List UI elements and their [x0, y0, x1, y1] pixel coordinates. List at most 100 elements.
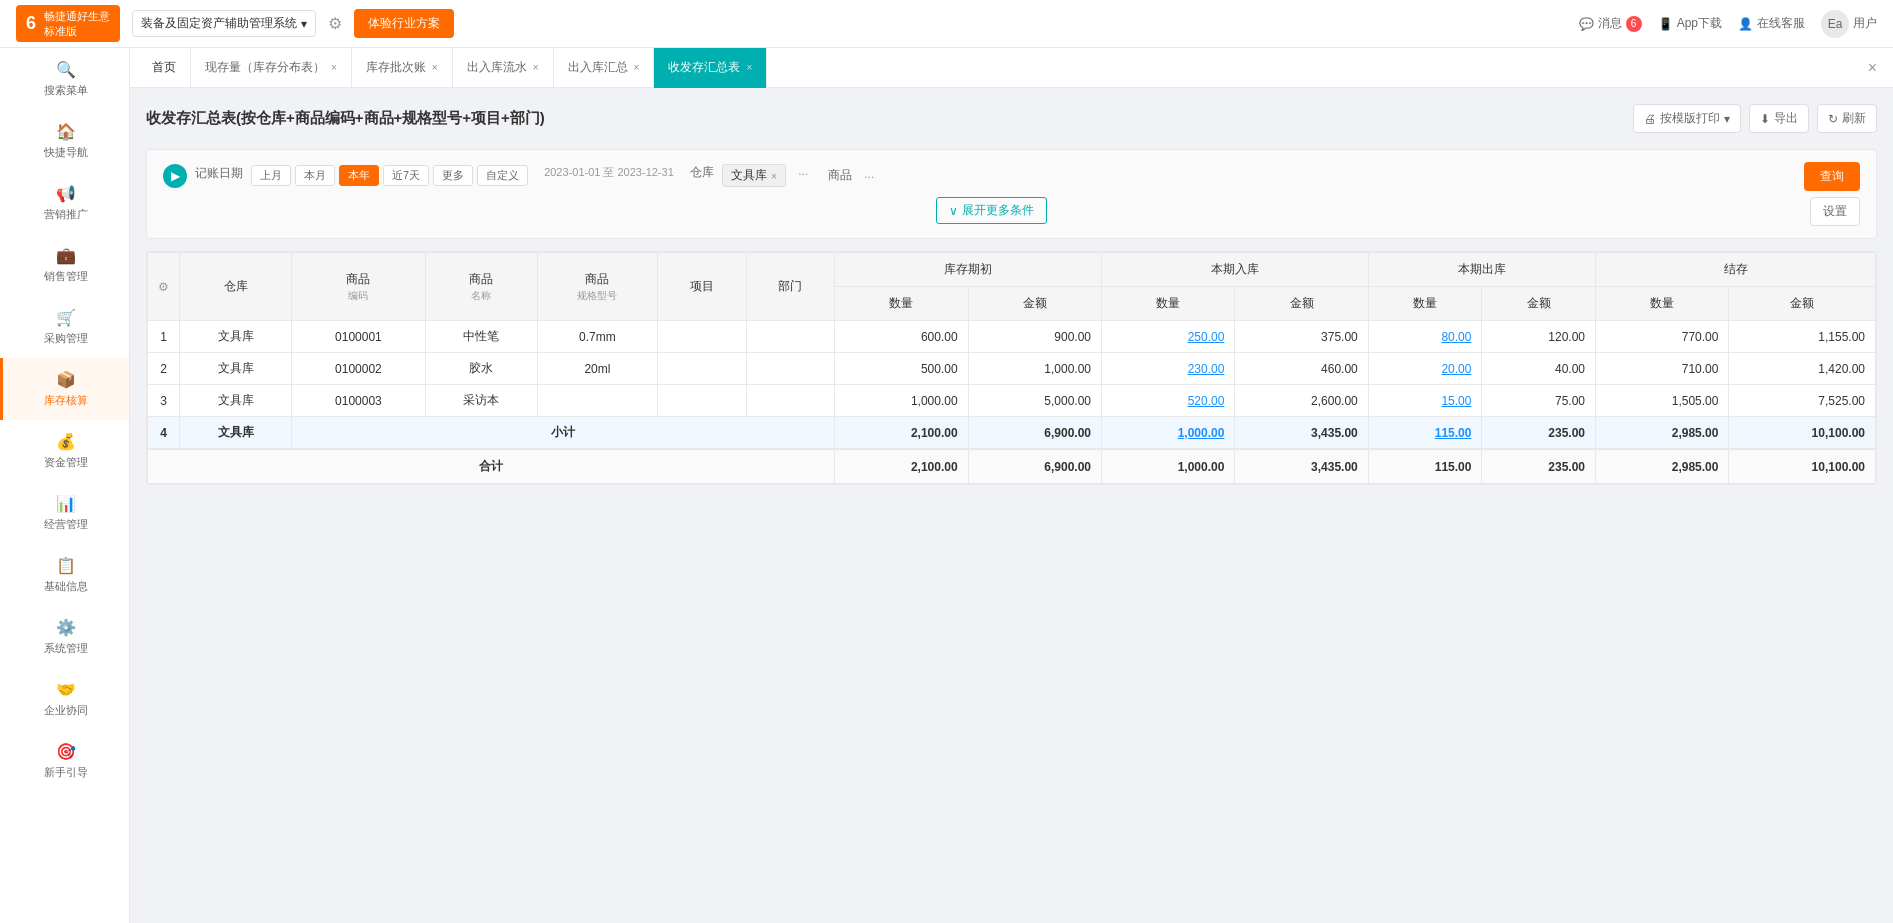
chevron-down-icon: ∨ [949, 204, 958, 218]
date-btn-7days[interactable]: 近7天 [383, 165, 429, 186]
row1-out-qty[interactable]: 80.00 [1368, 321, 1482, 353]
total-in-qty: 1,000.00 [1102, 449, 1235, 484]
subtotal-in-qty[interactable]: 1,000.00 [1102, 417, 1235, 450]
filter-toggle[interactable]: ▶ [163, 164, 187, 188]
sidebar-item-guide[interactable]: 🎯 新手引导 [0, 730, 129, 792]
subtotal-row: 4 文具库 小计 2,100.00 6,900.00 1,000.00 3,43… [148, 417, 1876, 450]
subtotal-in-amt: 3,435.00 [1235, 417, 1368, 450]
sidebar-label-inventory: 库存核算 [44, 393, 88, 408]
row2-goods-code: 0100002 [292, 353, 425, 385]
tab-inventory-dist-label: 现存量（库存分布表） [205, 59, 325, 76]
trial-button[interactable]: 体验行业方案 [354, 9, 454, 38]
tab-recv-send-close[interactable]: × [746, 62, 752, 73]
system-select[interactable]: 装备及固定资产辅助管理系统 ▾ [132, 10, 316, 37]
logo-area: 6 畅捷通好生意 标准版 [16, 5, 120, 42]
settings-button[interactable]: 设置 [1810, 197, 1860, 226]
gear-icon[interactable]: ⚙ [328, 14, 342, 33]
filter-section: ▶ 记账日期 上月 本月 本年 近7天 [146, 149, 1877, 239]
sidebar-item-system[interactable]: ⚙️ 系统管理 [0, 606, 129, 668]
row3-out-qty[interactable]: 15.00 [1368, 385, 1482, 417]
tab-summary-label: 出入库汇总 [568, 59, 628, 76]
message-button[interactable]: 💬 消息 6 [1579, 15, 1642, 32]
export-button[interactable]: ⬇ 导出 [1749, 104, 1809, 133]
sidebar-item-quick-nav[interactable]: 🏠 快捷导航 [0, 110, 129, 172]
sidebar-item-search[interactable]: 🔍 搜索菜单 [0, 48, 129, 110]
expand-conditions-button[interactable]: ∨ 展开更多条件 [936, 197, 1047, 224]
message-label: 消息 [1598, 15, 1622, 32]
tab-flow-close[interactable]: × [533, 62, 539, 73]
date-buttons: 上月 本月 本年 近7天 更多 自定义 [251, 165, 528, 186]
filter-row-inner: ▶ 记账日期 上月 本月 本年 近7天 [163, 162, 1860, 226]
row2-out-qty[interactable]: 20.00 [1368, 353, 1482, 385]
total-closing-amt: 10,100.00 [1729, 449, 1876, 484]
row3-in-qty[interactable]: 520.00 [1102, 385, 1235, 417]
print-button[interactable]: 🖨 按模版打印 ▾ [1633, 104, 1741, 133]
row2-goods-spec: 20ml [537, 353, 657, 385]
tab-home[interactable]: 首页 [138, 48, 191, 88]
tab-batch-account-label: 库存批次账 [366, 59, 426, 76]
subtotal-out-qty[interactable]: 115.00 [1368, 417, 1482, 450]
online-service-button[interactable]: 👤 在线客服 [1738, 15, 1805, 32]
row3-goods-spec [537, 385, 657, 417]
sidebar-label-search: 搜索菜单 [44, 83, 88, 98]
sidebar-label-system: 系统管理 [44, 641, 88, 656]
sidebar-item-sales[interactable]: 💼 销售管理 [0, 234, 129, 296]
warehouse-tag-close[interactable]: × [771, 170, 777, 182]
refresh-button[interactable]: ↻ 刷新 [1817, 104, 1877, 133]
row1-project [658, 321, 747, 353]
date-btn-last-month[interactable]: 上月 [251, 165, 291, 186]
sidebar-item-operations[interactable]: 📊 经营管理 [0, 482, 129, 544]
sales-icon: 💼 [56, 246, 76, 265]
query-button[interactable]: 查询 [1804, 162, 1860, 191]
tab-recv-send[interactable]: 收发存汇总表 × [654, 48, 767, 88]
row1-goods-spec: 0.7mm [537, 321, 657, 353]
tab-summary-close[interactable]: × [634, 62, 640, 73]
date-btn-custom[interactable]: 自定义 [477, 165, 528, 186]
sidebar-item-purchase[interactable]: 🛒 采购管理 [0, 296, 129, 358]
print-chevron: ▾ [1724, 112, 1730, 126]
app-download-button[interactable]: 📱 App下载 [1658, 15, 1722, 32]
sidebar-label-guide: 新手引导 [44, 765, 88, 780]
data-table-wrapper: ⚙ 仓库 商品编码 商品名称 商品规格型号 项目 部门 库存期初 本期入库 本期… [146, 251, 1877, 485]
printer-icon: 🖨 [1644, 112, 1656, 126]
date-range: 2023-01-01 至 2023-12-31 [544, 165, 674, 180]
table-settings-icon[interactable]: ⚙ [158, 280, 169, 294]
sidebar-item-finance[interactable]: 💰 资金管理 [0, 420, 129, 482]
th-goods-name: 商品名称 [425, 253, 537, 321]
row2-no: 2 [148, 353, 180, 385]
subtotal-opening-amt: 6,900.00 [968, 417, 1101, 450]
tab-flow[interactable]: 出入库流水 × [453, 48, 554, 88]
filter-action-buttons: 查询 设置 [1804, 162, 1860, 226]
row2-in-amt: 460.00 [1235, 353, 1368, 385]
row1-in-qty[interactable]: 250.00 [1102, 321, 1235, 353]
warehouse-more[interactable]: ... [794, 164, 812, 178]
sidebar-item-base-info[interactable]: 📋 基础信息 [0, 544, 129, 606]
sidebar-item-cooperation[interactable]: 🤝 企业协同 [0, 668, 129, 730]
row1-opening-qty: 600.00 [835, 321, 968, 353]
goods-more[interactable]: ... [860, 167, 878, 181]
th-out-amt: 金额 [1482, 287, 1596, 321]
finance-icon: 💰 [56, 432, 76, 451]
close-all-tabs[interactable]: × [1860, 59, 1885, 77]
tab-batch-account-close[interactable]: × [432, 62, 438, 73]
date-btn-more[interactable]: 更多 [433, 165, 473, 186]
user-menu-button[interactable]: Ea 用户 [1821, 10, 1877, 38]
row1-closing-amt: 1,155.00 [1729, 321, 1876, 353]
th-opening-stock: 库存期初 [835, 253, 1102, 287]
system-title: 装备及固定资产辅助管理系统 [141, 15, 297, 32]
header-right: 💬 消息 6 📱 App下载 👤 在线客服 Ea 用户 [1579, 10, 1877, 38]
sidebar-item-inventory[interactable]: 📦 库存核算 [0, 358, 129, 420]
tab-inventory-dist-close[interactable]: × [331, 62, 337, 73]
row2-in-qty[interactable]: 230.00 [1102, 353, 1235, 385]
base-info-icon: 📋 [56, 556, 76, 575]
tab-recv-send-label: 收发存汇总表 [668, 59, 740, 76]
tab-batch-account[interactable]: 库存批次账 × [352, 48, 453, 88]
row1-no: 1 [148, 321, 180, 353]
tab-inventory-dist[interactable]: 现存量（库存分布表） × [191, 48, 352, 88]
sidebar-item-marketing[interactable]: 📢 营销推广 [0, 172, 129, 234]
page-title: 收发存汇总表(按仓库+商品编码+商品+规格型号+项目+部门) [146, 109, 545, 128]
tab-summary[interactable]: 出入库汇总 × [554, 48, 655, 88]
date-btn-this-year[interactable]: 本年 [339, 165, 379, 186]
date-btn-this-month[interactable]: 本月 [295, 165, 335, 186]
total-row: 合计 2,100.00 6,900.00 1,000.00 3,435.00 1… [148, 449, 1876, 484]
